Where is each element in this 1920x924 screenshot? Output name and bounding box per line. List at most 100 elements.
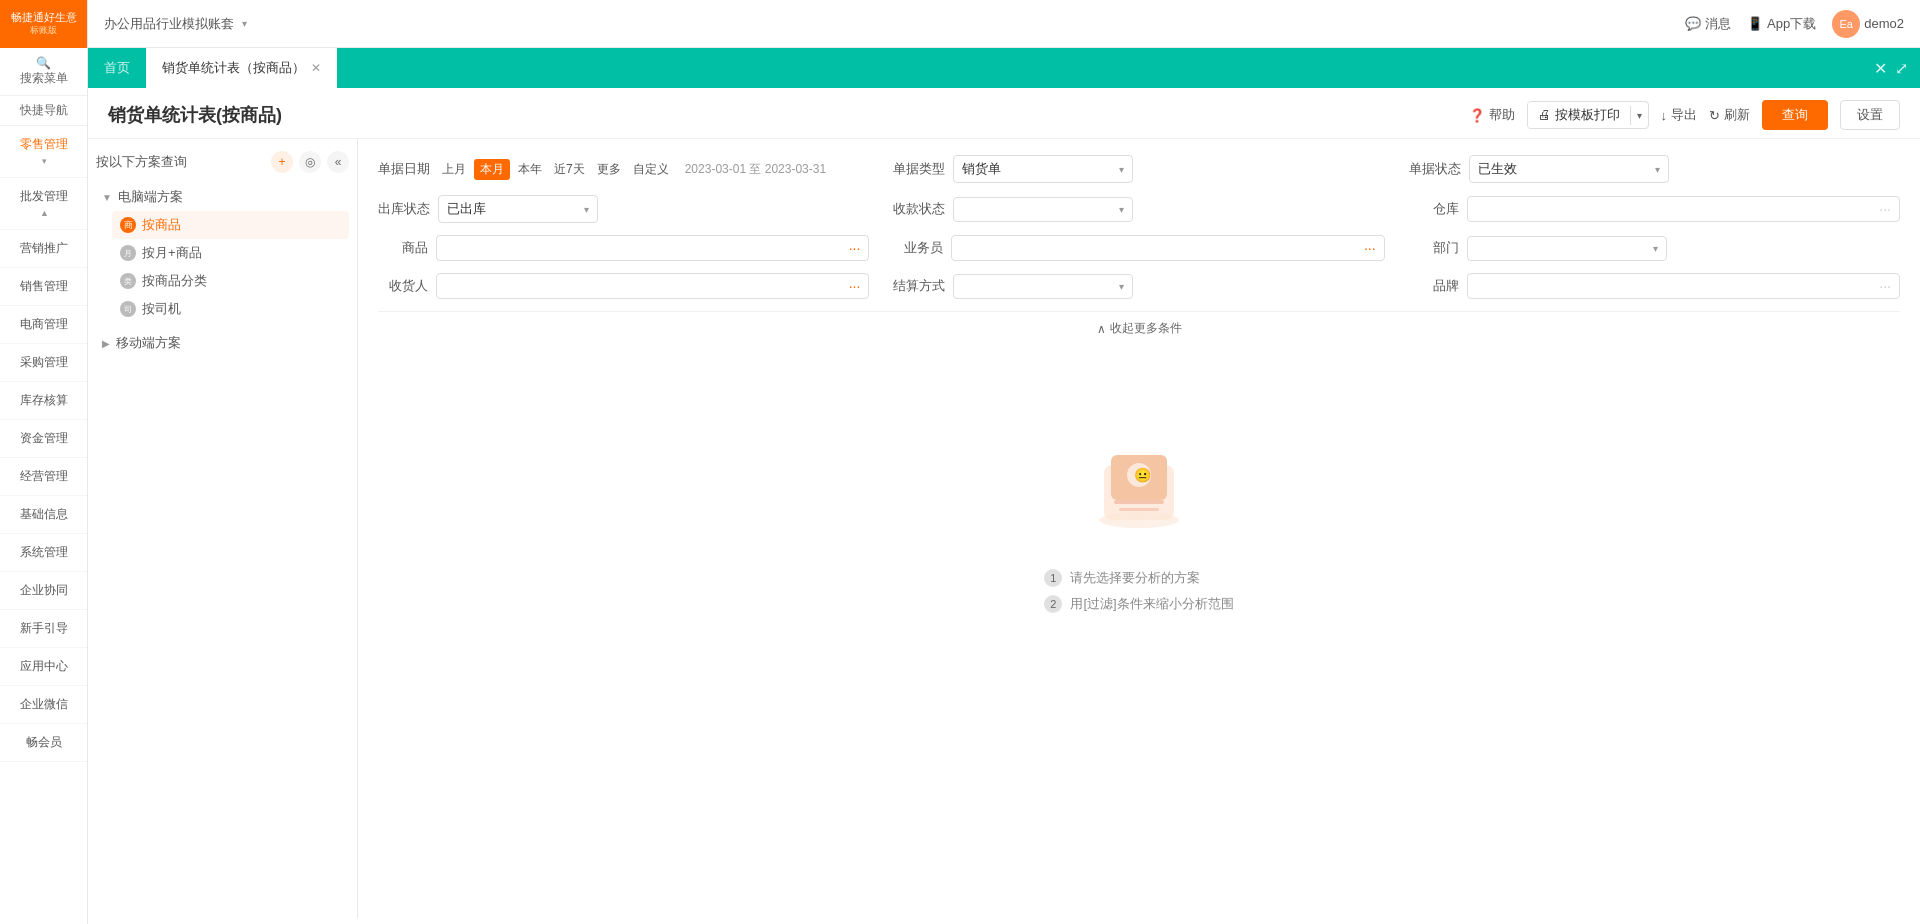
chevron-icon: ▾ bbox=[42, 156, 47, 166]
brand-more-icon[interactable]: ··· bbox=[1879, 278, 1891, 294]
warehouse-input[interactable]: ··· bbox=[1467, 196, 1900, 222]
tree-desktop: ▼ 电脑端方案 商 按商品 月 按月+商品 类 bbox=[96, 183, 349, 323]
query-button[interactable]: 查询 bbox=[1762, 100, 1828, 130]
sidebar-item-retail[interactable]: 零售管理 ▾ bbox=[0, 126, 87, 178]
empty-tips: 1 请先选择要分析的方案 2 用[过滤]条件来缩小分析范围 bbox=[1044, 569, 1233, 613]
print-button[interactable]: 🖨 按模板打印 ▾ bbox=[1527, 101, 1649, 129]
receiver-control: ··· bbox=[436, 273, 869, 299]
warehouse-more-icon[interactable]: ··· bbox=[1879, 201, 1891, 217]
print-dropdown-icon[interactable]: ▾ bbox=[1630, 106, 1648, 125]
date-more[interactable]: 更多 bbox=[593, 159, 625, 180]
sidebar-item-wholesale[interactable]: 批发管理 ▲ bbox=[0, 178, 87, 230]
category-scheme-icon: 类 bbox=[120, 273, 136, 289]
tip-num-1: 1 bbox=[1044, 569, 1062, 587]
doc-type-label: 单据类型 bbox=[893, 160, 945, 178]
sidebar-item-cooperation[interactable]: 企业协同 bbox=[0, 572, 87, 610]
sidebar-item-shortcut[interactable]: 快捷导航 bbox=[0, 96, 87, 126]
logo-sub: 标账版 bbox=[30, 24, 57, 37]
sidebar-item-inventory[interactable]: 库存核算 bbox=[0, 382, 87, 420]
export-button[interactable]: ↓ 导出 bbox=[1661, 106, 1698, 124]
export-icon: ↓ bbox=[1661, 108, 1668, 123]
tree-mobile-parent[interactable]: ▶ 移动端方案 bbox=[96, 329, 349, 357]
header-right: 💬 消息 📱 App下载 Ea demo2 bbox=[1685, 10, 1904, 38]
sidebar-item-member[interactable]: 畅会员 bbox=[0, 724, 87, 762]
doc-type-chevron: ▾ bbox=[1119, 164, 1124, 175]
tree-item-by-category[interactable]: 类 按商品分类 bbox=[112, 267, 349, 295]
payment-status-label: 收款状态 bbox=[893, 200, 945, 218]
sidebar-item-ecommerce[interactable]: 电商管理 bbox=[0, 306, 87, 344]
staff-more-icon[interactable]: ··· bbox=[1364, 240, 1376, 256]
doc-type-select[interactable]: 销货单 ▾ bbox=[953, 155, 1133, 183]
filter-doc-type: 单据类型 销货单 ▾ bbox=[893, 155, 1384, 183]
tip-num-2: 2 bbox=[1044, 595, 1062, 613]
sidebar-item-system[interactable]: 系统管理 bbox=[0, 534, 87, 572]
tab-sales-stats[interactable]: 销货单统计表（按商品） ✕ bbox=[146, 48, 337, 88]
collapse-bar[interactable]: ∧ 收起更多条件 bbox=[378, 311, 1900, 345]
tree-item-by-month-goods[interactable]: 月 按月+商品 bbox=[112, 239, 349, 267]
content-layout: 按以下方案查询 + ◎ « ▼ 电脑端方案 商 按 bbox=[88, 139, 1920, 918]
goods-scheme-icon: 商 bbox=[120, 217, 136, 233]
payment-status-control: ▾ bbox=[953, 197, 1384, 222]
expand-icon[interactable]: ⤢ bbox=[1895, 59, 1908, 78]
collapse-panel-icon[interactable]: « bbox=[327, 151, 349, 173]
receiver-input[interactable]: ··· bbox=[436, 273, 869, 299]
settings-scheme-icon[interactable]: ◎ bbox=[299, 151, 321, 173]
industry-title: 办公用品行业模拟账套 bbox=[104, 15, 234, 33]
tree-desktop-parent[interactable]: ▼ 电脑端方案 bbox=[96, 183, 349, 211]
brand-input[interactable]: ··· bbox=[1467, 273, 1900, 299]
tree-item-by-driver[interactable]: 司 按司机 bbox=[112, 295, 349, 323]
header-left: 办公用品行业模拟账套 ▾ bbox=[104, 15, 247, 33]
sidebar-item-appcenter[interactable]: 应用中心 bbox=[0, 648, 87, 686]
staff-input[interactable]: ··· bbox=[951, 235, 1384, 261]
date-this-year[interactable]: 本年 bbox=[514, 159, 546, 180]
settle-label: 结算方式 bbox=[893, 277, 945, 295]
warehouse-status-select[interactable]: 已出库 ▾ bbox=[438, 195, 598, 223]
settle-select[interactable]: ▾ bbox=[953, 274, 1133, 299]
chevron-icon: ▲ bbox=[40, 208, 49, 218]
panel-icons: + ◎ « bbox=[271, 151, 349, 173]
sidebar-item-search[interactable]: 🔍 搜索菜单 bbox=[0, 48, 87, 96]
tree-item-by-goods[interactable]: 商 按商品 bbox=[112, 211, 349, 239]
date-custom[interactable]: 自定义 bbox=[629, 159, 673, 180]
add-scheme-icon[interactable]: + bbox=[271, 151, 293, 173]
doc-status-control: 已生效 ▾ bbox=[1469, 155, 1900, 183]
doc-status-select[interactable]: 已生效 ▾ bbox=[1469, 155, 1669, 183]
empty-tip-1: 1 请先选择要分析的方案 bbox=[1044, 569, 1233, 587]
goods-input[interactable]: ··· bbox=[436, 235, 869, 261]
receiver-more-icon[interactable]: ··· bbox=[849, 278, 861, 294]
tree-mobile-arrow: ▶ bbox=[102, 338, 110, 349]
close-window-icon[interactable]: ✕ bbox=[1874, 59, 1887, 78]
dept-control: ▾ bbox=[1467, 236, 1900, 261]
user-profile[interactable]: Ea demo2 bbox=[1832, 10, 1904, 38]
settings-button[interactable]: 设置 bbox=[1840, 100, 1900, 130]
date-last-month[interactable]: 上月 bbox=[438, 159, 470, 180]
tab-home[interactable]: 首页 bbox=[88, 48, 146, 88]
refresh-button[interactable]: ↻ 刷新 bbox=[1709, 106, 1750, 124]
sidebar-item-basic[interactable]: 基础信息 bbox=[0, 496, 87, 534]
date-this-month[interactable]: 本月 bbox=[474, 159, 510, 180]
app-download-button[interactable]: 📱 App下载 bbox=[1747, 15, 1816, 33]
sidebar-item-newuser[interactable]: 新手引导 bbox=[0, 610, 87, 648]
filter-goods: 商品 ··· bbox=[378, 235, 869, 261]
filter-row-3: 商品 ··· 业务员 bbox=[378, 235, 1900, 261]
close-tab-icon[interactable]: ✕ bbox=[311, 61, 321, 75]
sidebar-item-wechat[interactable]: 企业微信 bbox=[0, 686, 87, 724]
sidebar-item-operation[interactable]: 经营管理 bbox=[0, 458, 87, 496]
tab-bar-actions: ✕ ⤢ bbox=[1874, 59, 1920, 78]
payment-status-chevron: ▾ bbox=[1119, 204, 1124, 215]
doc-status-label: 单据状态 bbox=[1409, 160, 1461, 178]
help-icon: ❓ bbox=[1469, 108, 1485, 123]
sidebar-item-sales[interactable]: 销售管理 bbox=[0, 268, 87, 306]
sidebar-item-purchase[interactable]: 采购管理 bbox=[0, 344, 87, 382]
goods-more-icon[interactable]: ··· bbox=[849, 240, 861, 256]
sidebar-item-marketing[interactable]: 营销推广 bbox=[0, 230, 87, 268]
payment-status-select[interactable]: ▾ bbox=[953, 197, 1133, 222]
sidebar-item-finance[interactable]: 资金管理 bbox=[0, 420, 87, 458]
doc-type-control: 销货单 ▾ bbox=[953, 155, 1384, 183]
sidebar: 畅捷通好生意 标账版 🔍 搜索菜单 快捷导航 零售管理 ▾ 批发管理 ▲ 营销推… bbox=[0, 0, 88, 924]
dept-select[interactable]: ▾ bbox=[1467, 236, 1667, 261]
message-button[interactable]: 💬 消息 bbox=[1685, 15, 1731, 33]
date-7days[interactable]: 近7天 bbox=[550, 159, 589, 180]
help-button[interactable]: ❓ 帮助 bbox=[1469, 106, 1515, 124]
industry-dropdown-icon[interactable]: ▾ bbox=[242, 18, 247, 29]
